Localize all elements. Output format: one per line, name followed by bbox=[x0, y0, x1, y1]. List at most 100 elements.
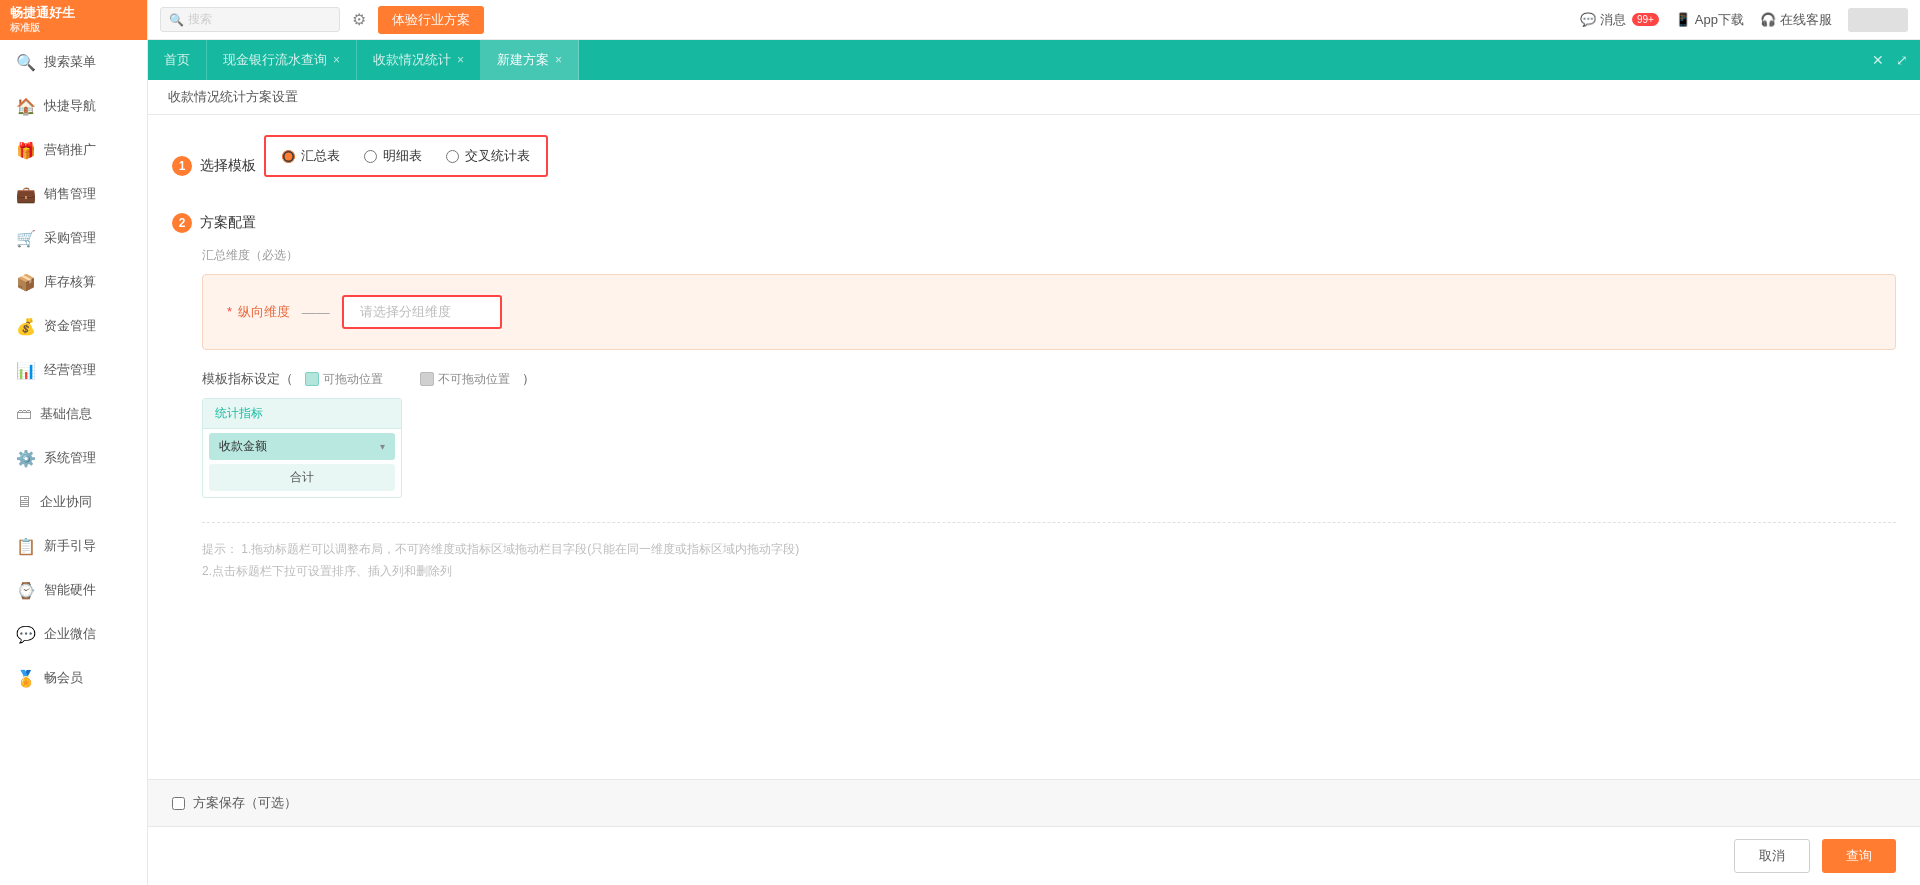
tab-bank-flow[interactable]: 现金银行流水查询 × bbox=[207, 40, 357, 80]
sidebar-item-basic-info[interactable]: 🗃 基础信息 bbox=[0, 392, 147, 436]
sidebar-item-search-menu[interactable]: 🔍 搜索菜单 bbox=[0, 40, 147, 84]
message-button[interactable]: 💬 消息 99+ bbox=[1580, 11, 1659, 29]
tab-home[interactable]: 首页 bbox=[148, 40, 207, 80]
metrics-cell-amount[interactable]: 收款金额 ▾ bbox=[209, 433, 395, 460]
metrics-header-row: 模板指标设定（ 可拖动位置 不可拖动位置 ） bbox=[202, 370, 1896, 388]
sidebar-item-label: 搜索菜单 bbox=[44, 53, 96, 71]
sidebar-item-wechat[interactable]: 💬 企业微信 bbox=[0, 612, 147, 656]
sidebar: 畅捷通好生 标准版 🔍 搜索菜单 🏠 快捷导航 🎁 营销推广 💼 销售管理 🛒 … bbox=[0, 0, 148, 885]
industry-plan-button[interactable]: 体验行业方案 bbox=[378, 6, 484, 34]
cancel-button[interactable]: 取消 bbox=[1734, 839, 1810, 873]
sidebar-item-quick-nav[interactable]: 🏠 快捷导航 bbox=[0, 84, 147, 128]
sidebar-item-capital[interactable]: 💰 资金管理 bbox=[0, 304, 147, 348]
metrics-section-title: 模板指标设定（ bbox=[202, 370, 293, 388]
radio-summary[interactable]: 汇总表 bbox=[282, 147, 340, 165]
settings-icon[interactable]: ⚙ bbox=[352, 10, 366, 29]
sidebar-item-label: 新手引导 bbox=[44, 537, 96, 555]
sidebar-item-marketing[interactable]: 🎁 营销推广 bbox=[0, 128, 147, 172]
metrics-section: 模板指标设定（ 可拖动位置 不可拖动位置 ） 统计指标 bbox=[202, 370, 1896, 498]
divider bbox=[202, 522, 1896, 523]
chevron-down-icon[interactable]: ▾ bbox=[380, 441, 385, 452]
draggable-label: 可拖动位置 bbox=[323, 371, 383, 388]
search-placeholder: 搜索 bbox=[188, 11, 212, 28]
section1-header: 1 选择模板 汇总表 明细表 交叉统计表 bbox=[172, 135, 1896, 197]
sidebar-item-operations[interactable]: 📊 经营管理 bbox=[0, 348, 147, 392]
close-window-icon[interactable]: ✕ bbox=[1872, 52, 1884, 68]
dim-row: * 纵向维度 —— 请选择分组维度 bbox=[227, 295, 1871, 329]
required-star: * bbox=[227, 304, 232, 319]
tab-new-plan-label: 新建方案 bbox=[497, 51, 549, 69]
topbar: 🔍 搜索 ⚙ 体验行业方案 💬 消息 99+ 📱 App下载 🎧 在线客服 bbox=[148, 0, 1920, 40]
draggable-legend-box bbox=[305, 372, 319, 386]
radio-detail-label: 明细表 bbox=[383, 147, 422, 165]
sidebar-logo: 畅捷通好生 标准版 bbox=[0, 0, 147, 40]
maximize-icon[interactable]: ⤢ bbox=[1896, 52, 1908, 68]
message-icon: 💬 bbox=[1580, 12, 1596, 27]
app-download-button[interactable]: 📱 App下载 bbox=[1675, 11, 1744, 29]
user-avatar[interactable] bbox=[1848, 8, 1908, 32]
search-input[interactable]: 🔍 搜索 bbox=[160, 7, 340, 32]
wechat-icon: 💬 bbox=[16, 625, 36, 644]
radio-detail-input[interactable] bbox=[364, 150, 377, 163]
radio-detail[interactable]: 明细表 bbox=[364, 147, 422, 165]
tab-home-label: 首页 bbox=[164, 51, 190, 69]
logo-text: 畅捷通好生 bbox=[10, 5, 75, 21]
inventory-icon: 📦 bbox=[16, 273, 36, 292]
gift-icon: 🎁 bbox=[16, 141, 36, 160]
online-support-button[interactable]: 🎧 在线客服 bbox=[1760, 11, 1832, 29]
sidebar-item-enterprise[interactable]: 🖥 企业协同 bbox=[0, 480, 147, 524]
sidebar-item-hardware[interactable]: ⌚ 智能硬件 bbox=[0, 568, 147, 612]
tabbar: 首页 现金银行流水查询 × 收款情况统计 × 新建方案 × ✕ ⤢ bbox=[148, 40, 1920, 80]
sidebar-item-label: 系统管理 bbox=[44, 449, 96, 467]
tips-line2: 2.点击标题栏下拉可设置排序、插入列和删除列 bbox=[202, 561, 1896, 583]
non-draggable-label: 不可拖动位置 bbox=[438, 371, 510, 388]
save-plan-checkbox[interactable] bbox=[172, 797, 185, 810]
tab-bank-flow-close[interactable]: × bbox=[333, 53, 340, 67]
dim-select[interactable]: 请选择分组维度 bbox=[342, 295, 502, 329]
sidebar-item-label: 快捷导航 bbox=[44, 97, 96, 115]
sidebar-item-sales[interactable]: 💼 销售管理 bbox=[0, 172, 147, 216]
sidebar-item-label: 智能硬件 bbox=[44, 581, 96, 599]
vertical-dim-label: * 纵向维度 bbox=[227, 303, 290, 321]
message-badge: 99+ bbox=[1632, 13, 1659, 26]
radio-cross-label: 交叉统计表 bbox=[465, 147, 530, 165]
sidebar-item-inventory[interactable]: 📦 库存核算 bbox=[0, 260, 147, 304]
radio-cross[interactable]: 交叉统计表 bbox=[446, 147, 530, 165]
sidebar-item-label: 营销推广 bbox=[44, 141, 96, 159]
radio-summary-input[interactable] bbox=[282, 150, 295, 163]
sidebar-item-label: 企业微信 bbox=[44, 625, 96, 643]
sidebar-item-label: 畅会员 bbox=[44, 669, 83, 687]
radio-cross-input[interactable] bbox=[446, 150, 459, 163]
legend-close: ） bbox=[522, 370, 535, 388]
download-label: App下载 bbox=[1695, 11, 1744, 29]
download-icon: 📱 bbox=[1675, 12, 1691, 27]
query-button[interactable]: 查询 bbox=[1822, 839, 1896, 873]
save-plan-label[interactable]: 方案保存（可选） bbox=[193, 794, 297, 812]
action-bar: 取消 查询 bbox=[148, 826, 1920, 885]
dim-placeholder: 请选择分组维度 bbox=[360, 304, 451, 319]
support-label: 在线客服 bbox=[1780, 11, 1832, 29]
sidebar-item-label: 销售管理 bbox=[44, 185, 96, 203]
operations-icon: 📊 bbox=[16, 361, 36, 380]
sidebar-item-purchase[interactable]: 🛒 采购管理 bbox=[0, 216, 147, 260]
legend-non-draggable: 不可拖动位置 bbox=[420, 371, 510, 388]
sidebar-item-label: 库存核算 bbox=[44, 273, 96, 291]
tab-actions: ✕ ⤢ bbox=[1872, 40, 1920, 80]
tab-new-plan-close[interactable]: × bbox=[555, 53, 562, 67]
tab-new-plan[interactable]: 新建方案 × bbox=[481, 40, 579, 80]
tab-collection-stats[interactable]: 收款情况统计 × bbox=[357, 40, 481, 80]
sidebar-item-guide[interactable]: 📋 新手引导 bbox=[0, 524, 147, 568]
form-area: 1 选择模板 汇总表 明细表 交叉统计表 bbox=[148, 115, 1920, 779]
enterprise-icon: 🖥 bbox=[16, 493, 32, 511]
logo-badge: 标准版 bbox=[10, 21, 75, 35]
guide-icon: 📋 bbox=[16, 537, 36, 556]
tab-collection-stats-label: 收款情况统计 bbox=[373, 51, 451, 69]
tab-collection-stats-close[interactable]: × bbox=[457, 53, 464, 67]
sidebar-item-member[interactable]: 🏅 畅会员 bbox=[0, 656, 147, 700]
hardware-icon: ⌚ bbox=[16, 581, 36, 600]
vertical-label-text: 纵向维度 bbox=[238, 304, 290, 319]
section1-title: 选择模板 bbox=[200, 157, 256, 175]
sidebar-item-system[interactable]: ⚙️ 系统管理 bbox=[0, 436, 147, 480]
metrics-total: 合计 bbox=[209, 464, 395, 491]
search-menu-icon: 🔍 bbox=[16, 53, 36, 72]
